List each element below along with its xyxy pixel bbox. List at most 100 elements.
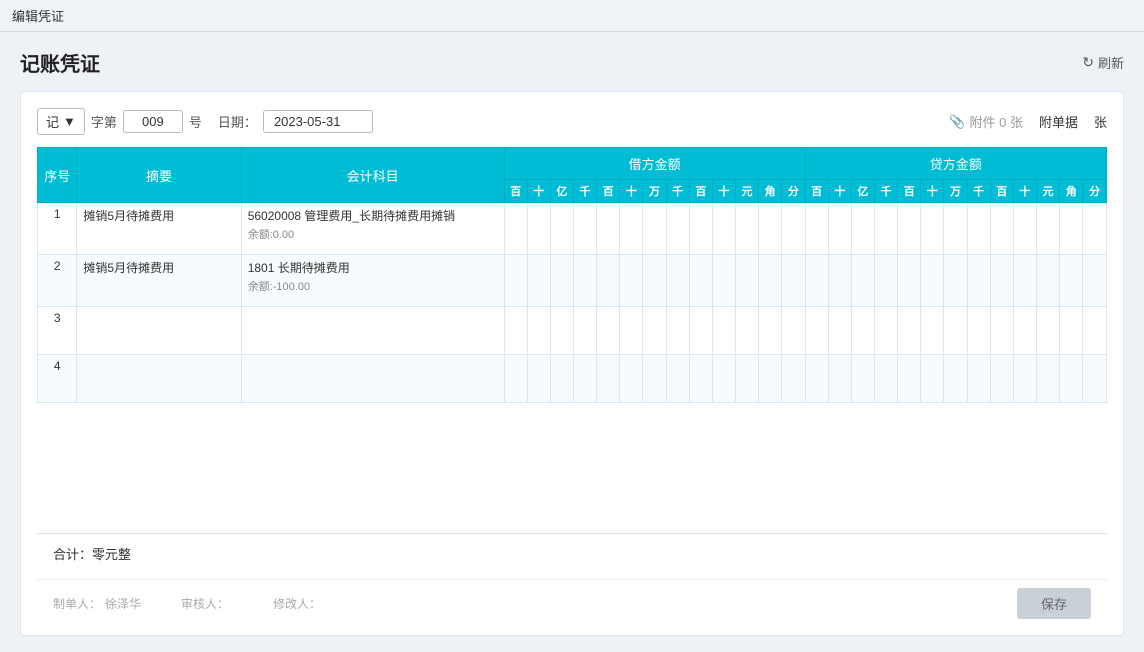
row3-d3[interactable] <box>550 307 573 355</box>
row3-c12[interactable] <box>1060 307 1083 355</box>
row4-c11[interactable] <box>1036 355 1059 403</box>
row1-c4[interactable] <box>875 203 898 255</box>
row3-c13[interactable] <box>1083 307 1107 355</box>
row1-c3[interactable] <box>851 203 874 255</box>
row2-d4[interactable] <box>573 255 596 307</box>
row4-d12[interactable] <box>759 355 782 403</box>
row3-c3[interactable] <box>851 307 874 355</box>
row4-d10[interactable] <box>712 355 735 403</box>
row2-c11[interactable] <box>1036 255 1059 307</box>
row1-d11[interactable] <box>735 203 758 255</box>
row2-c3[interactable] <box>851 255 874 307</box>
row2-c2[interactable] <box>828 255 851 307</box>
row3-d13[interactable] <box>782 307 805 355</box>
row4-c4[interactable] <box>875 355 898 403</box>
row3-d8[interactable] <box>666 307 689 355</box>
row3-c1[interactable] <box>805 307 828 355</box>
row1-c8[interactable] <box>967 203 990 255</box>
row1-account[interactable]: 56020008 管理费用_长期待摊费用摊销 余额:0.00 <box>241 203 504 255</box>
row3-c4[interactable] <box>875 307 898 355</box>
row1-d8[interactable] <box>666 203 689 255</box>
row4-d6[interactable] <box>620 355 643 403</box>
row4-c3[interactable] <box>851 355 874 403</box>
row1-d7[interactable] <box>643 203 666 255</box>
row1-c11[interactable] <box>1036 203 1059 255</box>
row4-d1[interactable] <box>504 355 527 403</box>
row1-d4[interactable] <box>573 203 596 255</box>
row3-c7[interactable] <box>944 307 967 355</box>
row4-d7[interactable] <box>643 355 666 403</box>
row3-d6[interactable] <box>620 307 643 355</box>
row4-d3[interactable] <box>550 355 573 403</box>
row3-c8[interactable] <box>967 307 990 355</box>
row2-c9[interactable] <box>990 255 1013 307</box>
date-input[interactable] <box>263 110 373 133</box>
row4-c10[interactable] <box>1013 355 1036 403</box>
row2-c1[interactable] <box>805 255 828 307</box>
row3-d2[interactable] <box>527 307 550 355</box>
attach-single-button[interactable]: 附单据 <box>1039 112 1078 131</box>
row2-d2[interactable] <box>527 255 550 307</box>
row4-summary[interactable] <box>77 355 241 403</box>
row2-c8[interactable] <box>967 255 990 307</box>
row3-account[interactable] <box>241 307 504 355</box>
row2-d7[interactable] <box>643 255 666 307</box>
row3-d10[interactable] <box>712 307 735 355</box>
row2-c12[interactable] <box>1060 255 1083 307</box>
row2-account[interactable]: 1801 长期待摊费用 余额:-100.00 <box>241 255 504 307</box>
row3-summary[interactable] <box>77 307 241 355</box>
row2-d12[interactable] <box>759 255 782 307</box>
row2-summary[interactable]: 摊销5月待摊费用 <box>77 255 241 307</box>
refresh-button[interactable]: ↻ 刷新 <box>1082 53 1124 72</box>
row1-c5[interactable] <box>898 203 921 255</box>
type-dropdown[interactable]: 记 ▼ <box>37 108 85 135</box>
row3-c5[interactable] <box>898 307 921 355</box>
row1-c9[interactable] <box>990 203 1013 255</box>
row4-c9[interactable] <box>990 355 1013 403</box>
row1-d5[interactable] <box>597 203 620 255</box>
row1-d2[interactable] <box>527 203 550 255</box>
row4-c5[interactable] <box>898 355 921 403</box>
row2-d8[interactable] <box>666 255 689 307</box>
row3-d11[interactable] <box>735 307 758 355</box>
row3-d1[interactable] <box>504 307 527 355</box>
row3-d5[interactable] <box>597 307 620 355</box>
row4-c2[interactable] <box>828 355 851 403</box>
row4-d13[interactable] <box>782 355 805 403</box>
row1-c6[interactable] <box>921 203 944 255</box>
attach-link[interactable]: 📎 附件 0 张 <box>949 112 1023 131</box>
save-button[interactable]: 保存 <box>1017 588 1091 619</box>
row3-d7[interactable] <box>643 307 666 355</box>
row4-c8[interactable] <box>967 355 990 403</box>
row2-c13[interactable] <box>1083 255 1107 307</box>
row2-c10[interactable] <box>1013 255 1036 307</box>
row3-c11[interactable] <box>1036 307 1059 355</box>
row3-d9[interactable] <box>689 307 712 355</box>
table-scroll-container[interactable]: 序号 摘要 会计科目 借方金额 贷方金额 百 十 亿 千 百 十 <box>37 147 1107 533</box>
row4-d4[interactable] <box>573 355 596 403</box>
row2-d1[interactable] <box>504 255 527 307</box>
row3-c10[interactable] <box>1013 307 1036 355</box>
row1-c7[interactable] <box>944 203 967 255</box>
row3-c9[interactable] <box>990 307 1013 355</box>
row4-c6[interactable] <box>921 355 944 403</box>
row1-d10[interactable] <box>712 203 735 255</box>
row4-d11[interactable] <box>735 355 758 403</box>
row4-d2[interactable] <box>527 355 550 403</box>
row2-d6[interactable] <box>620 255 643 307</box>
row4-c12[interactable] <box>1060 355 1083 403</box>
row2-d9[interactable] <box>689 255 712 307</box>
row3-d12[interactable] <box>759 307 782 355</box>
row1-c13[interactable] <box>1083 203 1107 255</box>
row3-c2[interactable] <box>828 307 851 355</box>
row1-c10[interactable] <box>1013 203 1036 255</box>
row1-c2[interactable] <box>828 203 851 255</box>
row1-summary[interactable]: 摊销5月待摊费用 <box>77 203 241 255</box>
row1-d12[interactable] <box>759 203 782 255</box>
row2-d5[interactable] <box>597 255 620 307</box>
row2-d3[interactable] <box>550 255 573 307</box>
row4-c13[interactable] <box>1083 355 1107 403</box>
row4-d5[interactable] <box>597 355 620 403</box>
row3-d4[interactable] <box>573 307 596 355</box>
row2-d13[interactable] <box>782 255 805 307</box>
